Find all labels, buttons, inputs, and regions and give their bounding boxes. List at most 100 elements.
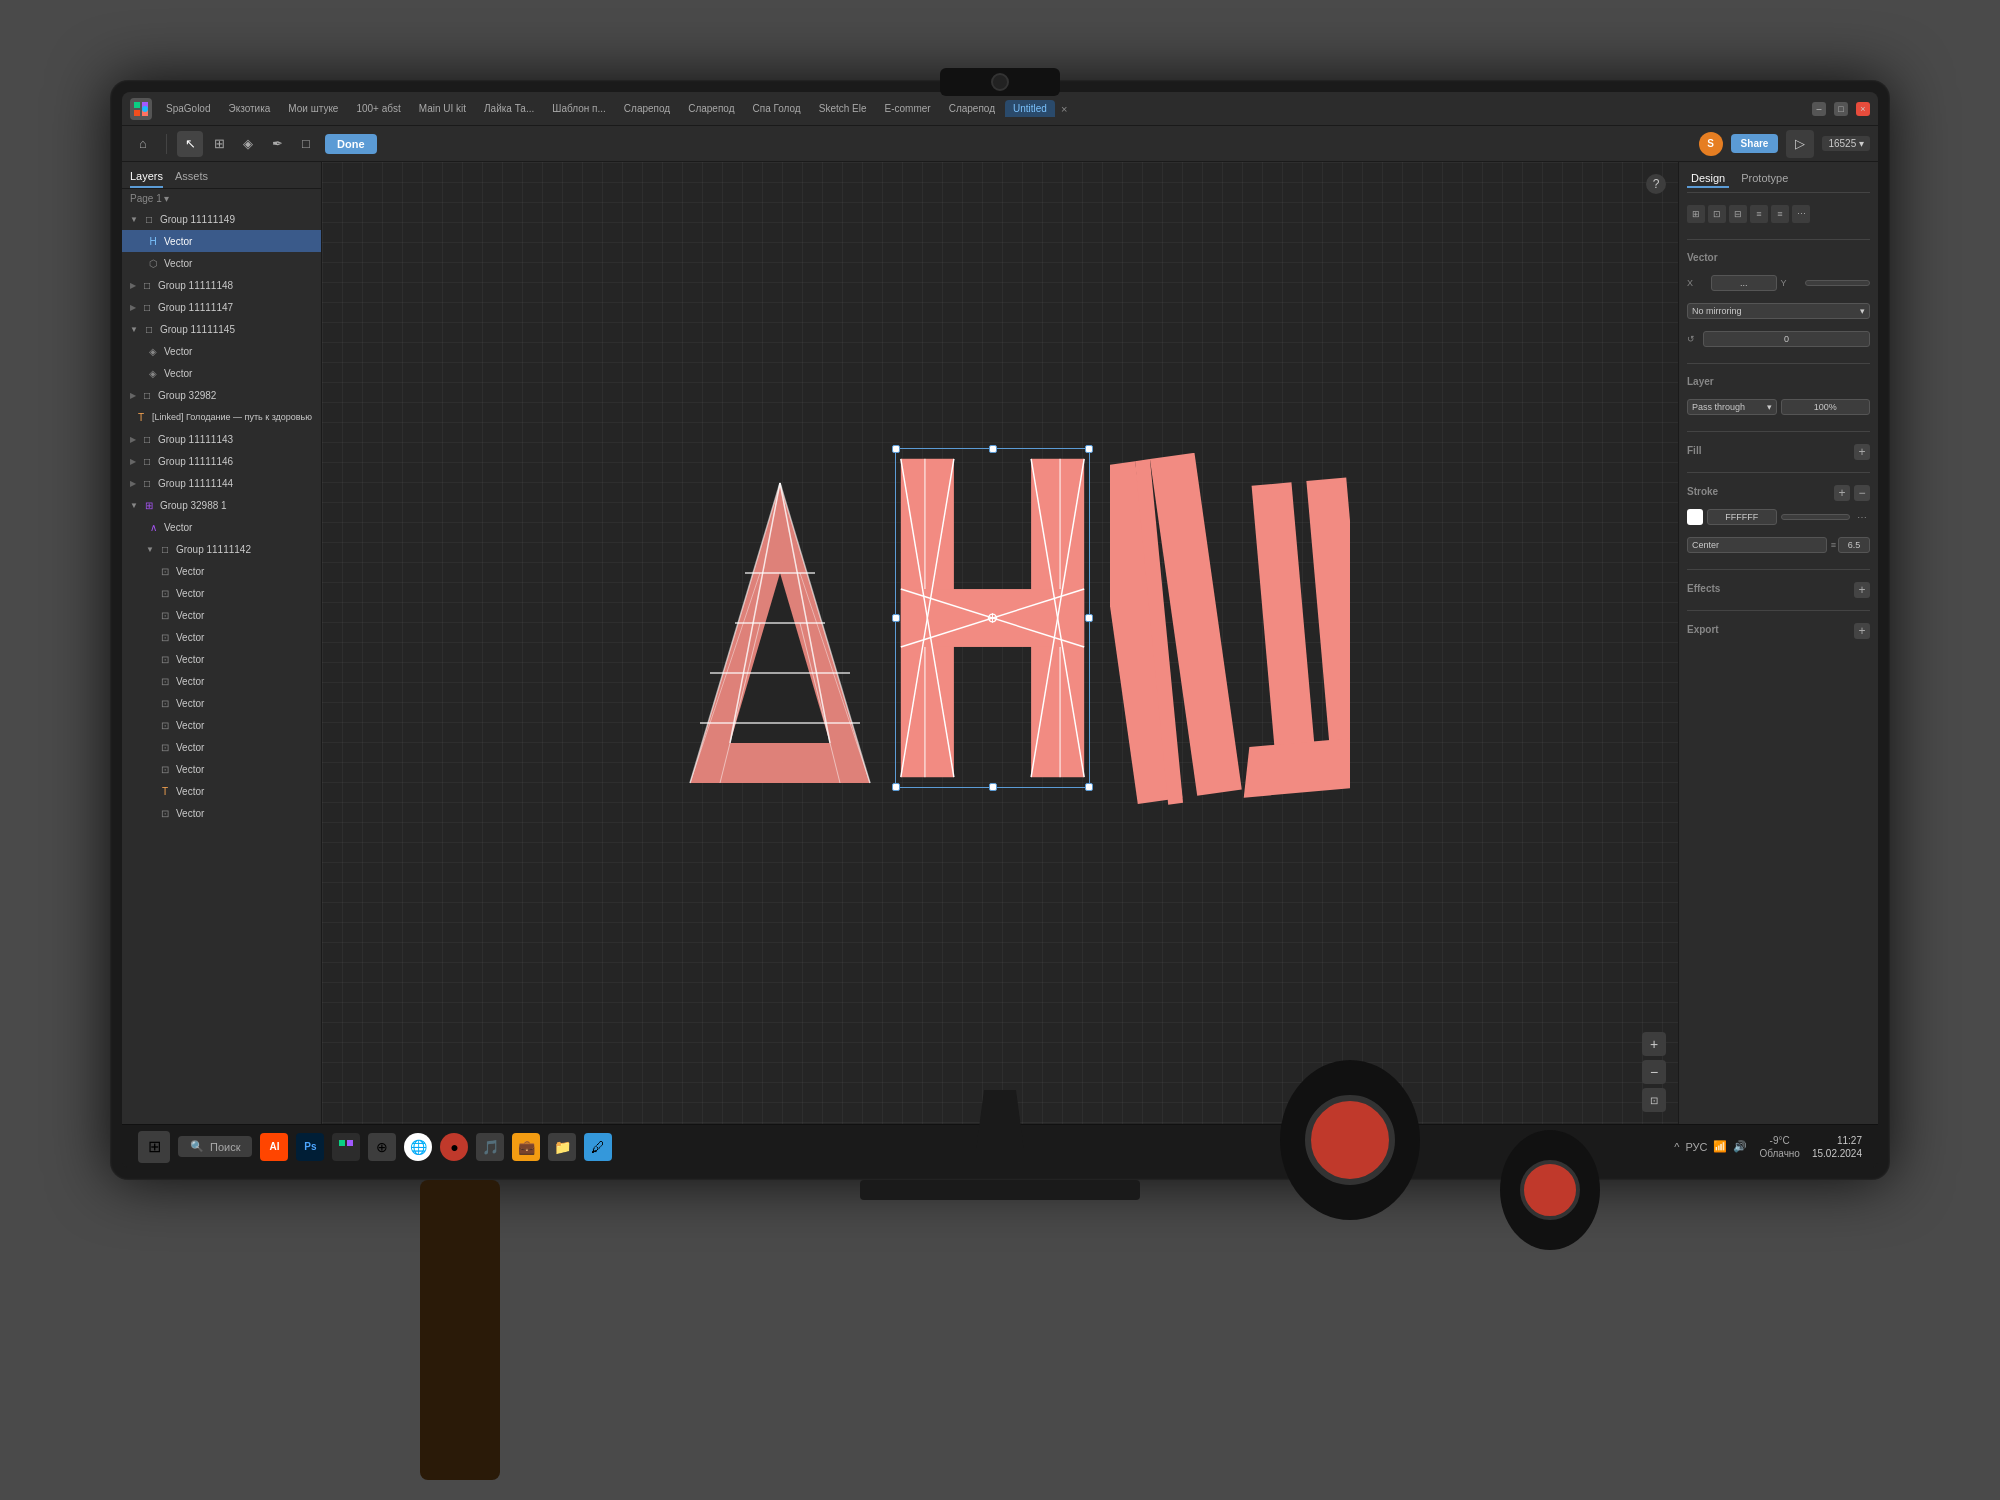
tab-shtuke[interactable]: Мои штуке xyxy=(280,100,346,117)
letter-h-selected[interactable] xyxy=(895,448,1090,788)
shape-tool[interactable]: □ xyxy=(293,131,319,157)
frame-tool[interactable]: ⊞ xyxy=(206,131,232,157)
distribute[interactable]: ⋯ xyxy=(1792,205,1810,223)
canvas-area[interactable]: + − ⊡ ? xyxy=(322,162,1678,1124)
tab-ecomm[interactable]: E-commer xyxy=(877,100,939,117)
selection-handle-tm[interactable] xyxy=(989,445,997,453)
stroke-color-swatch[interactable] xyxy=(1687,509,1703,525)
stroke-options-button[interactable]: ⋯ xyxy=(1854,509,1870,525)
zoom-indicator[interactable]: 16525 ▾ xyxy=(1822,136,1870,151)
stroke-color-input[interactable]: FFFFFF xyxy=(1707,509,1777,525)
layer-item[interactable]: ⊡ Vector xyxy=(122,670,321,692)
pen-tool[interactable]: ✒ xyxy=(264,131,290,157)
remove-stroke-button[interactable]: − xyxy=(1854,485,1870,501)
layer-item[interactable]: ∧ Vector xyxy=(122,516,321,538)
selection-handle-ml[interactable] xyxy=(892,614,900,622)
layer-item[interactable]: ⊡ Vector xyxy=(122,758,321,780)
taskbar-icon-7[interactable]: 🎵 xyxy=(476,1133,504,1161)
present-button[interactable]: ▷ xyxy=(1786,130,1814,158)
done-button[interactable]: Done xyxy=(325,134,377,154)
layer-item[interactable]: ▶ □ Group 11111148 xyxy=(122,274,321,296)
user-avatar[interactable]: S xyxy=(1699,132,1723,156)
layer-item[interactable]: ▶ □ Group 11111143 xyxy=(122,428,321,450)
layer-item[interactable]: ⊡ Vector xyxy=(122,648,321,670)
align-right[interactable]: ⊟ xyxy=(1729,205,1747,223)
stroke-opacity-input[interactable] xyxy=(1781,514,1851,520)
selection-handle-mr[interactable] xyxy=(1085,614,1093,622)
zoom-out-button[interactable]: − xyxy=(1642,1060,1666,1084)
layer-item[interactable]: T Vector xyxy=(122,780,321,802)
layer-list[interactable]: ▼ □ Group 11111149 H Vector ⬡ Vector xyxy=(122,208,321,1124)
page-indicator[interactable]: Page 1 ▾ xyxy=(130,193,169,204)
layer-item[interactable]: ▶ □ Group 11111144 xyxy=(122,472,321,494)
start-button[interactable]: ⊞ xyxy=(138,1131,170,1163)
design-tab[interactable]: Design xyxy=(1687,170,1729,188)
layer-item[interactable]: ⊡ Vector xyxy=(122,604,321,626)
taskbar-icon-9[interactable]: 📁 xyxy=(548,1133,576,1161)
selection-handle-tr[interactable] xyxy=(1085,445,1093,453)
home-button[interactable]: ⌂ xyxy=(130,131,156,157)
align-middle[interactable]: ≡ xyxy=(1771,205,1789,223)
layer-item[interactable]: ⊡ Vector xyxy=(122,626,321,648)
layer-item[interactable]: ◈ Vector xyxy=(122,340,321,362)
fit-button[interactable]: ⊡ xyxy=(1642,1088,1666,1112)
taskbar-icon-4[interactable]: ⊕ xyxy=(368,1133,396,1161)
taskbar-icon-6[interactable]: ● xyxy=(440,1133,468,1161)
component-tool[interactable]: ◈ xyxy=(235,131,261,157)
selection-handle-bl[interactable] xyxy=(892,783,900,791)
layer-item[interactable]: ⊡ Vector xyxy=(122,692,321,714)
tab-untitled[interactable]: Untitled xyxy=(1005,100,1055,117)
maximize-button[interactable]: □ xyxy=(1834,102,1848,116)
blend-mode-select[interactable]: Pass through ▾ xyxy=(1687,399,1777,415)
tab-slarepod2[interactable]: Сларепод xyxy=(680,100,742,117)
search-button[interactable]: 🔍 Поиск xyxy=(178,1136,252,1157)
tab-shablon[interactable]: Шаблон п... xyxy=(544,100,614,117)
selection-handle-tl[interactable] xyxy=(892,445,900,453)
layer-item[interactable]: ▶ □ Group 32982 xyxy=(122,384,321,406)
assets-tab[interactable]: Assets xyxy=(175,166,208,188)
zoom-in-button[interactable]: + xyxy=(1642,1032,1666,1056)
close-button[interactable]: × xyxy=(1856,102,1870,116)
add-fill-button[interactable]: + xyxy=(1854,444,1870,460)
align-center[interactable]: ⊡ xyxy=(1708,205,1726,223)
x-input[interactable]: ... xyxy=(1711,275,1777,291)
tab-slarepod3[interactable]: Сларепод xyxy=(941,100,1003,117)
tab-spagolod[interactable]: SpaGolod xyxy=(158,100,218,117)
layer-item[interactable]: ▼ □ Group 11111142 xyxy=(122,538,321,560)
y-input[interactable] xyxy=(1805,280,1871,286)
layer-item[interactable]: ⊡ Vector xyxy=(122,714,321,736)
tab-abst[interactable]: 100+ абst xyxy=(348,100,408,117)
layer-item[interactable]: ⊡ Vector xyxy=(122,560,321,582)
layer-item[interactable]: ⊡ Vector xyxy=(122,582,321,604)
tab-slarepod1[interactable]: Сларепод xyxy=(616,100,678,117)
tab-main-ui[interactable]: Main UI kit xyxy=(411,100,474,117)
taskbar-icon-10[interactable]: 🖊 xyxy=(584,1133,612,1161)
layer-item[interactable]: ⊡ Vector xyxy=(122,802,321,824)
taskbar-figma-icon[interactable] xyxy=(332,1133,360,1161)
align-top[interactable]: ≡ xyxy=(1750,205,1768,223)
app-logo[interactable] xyxy=(130,98,152,120)
taskbar-icon-8[interactable]: 💼 xyxy=(512,1133,540,1161)
add-effect-button[interactable]: + xyxy=(1854,582,1870,598)
mirroring-select[interactable]: No mirroring ▾ xyxy=(1687,303,1870,319)
taskbar-chrome-icon[interactable]: 🌐 xyxy=(404,1133,432,1161)
layer-item[interactable]: ⊡ Vector xyxy=(122,736,321,758)
selection-handle-br[interactable] xyxy=(1085,783,1093,791)
layers-tab[interactable]: Layers xyxy=(130,166,163,188)
selection-handle-bm[interactable] xyxy=(989,783,997,791)
taskbar-ps-icon[interactable]: Ps xyxy=(296,1133,324,1161)
add-stroke-button[interactable]: + xyxy=(1834,485,1850,501)
tab-sketch[interactable]: Sketch Ele xyxy=(811,100,875,117)
layer-item[interactable]: ◈ Vector xyxy=(122,362,321,384)
align-left[interactable]: ⊞ xyxy=(1687,205,1705,223)
layer-item[interactable]: ▶ □ Group 11111146 xyxy=(122,450,321,472)
move-tool[interactable]: ↖ xyxy=(177,131,203,157)
clock[interactable]: 11:27 15.02.2024 xyxy=(1812,1134,1862,1160)
layer-item[interactable]: ⬡ Vector xyxy=(122,252,321,274)
close-tab-icon[interactable]: × xyxy=(1057,103,1071,115)
stroke-align-select[interactable]: Center xyxy=(1687,537,1827,553)
help-button[interactable]: ? xyxy=(1646,174,1666,194)
layer-item[interactable]: ▼ □ Group 11111145 xyxy=(122,318,321,340)
layer-item[interactable]: ▼ ⊞ Group 32988 1 xyxy=(122,494,321,516)
layer-item[interactable]: ▼ □ Group 11111149 xyxy=(122,208,321,230)
